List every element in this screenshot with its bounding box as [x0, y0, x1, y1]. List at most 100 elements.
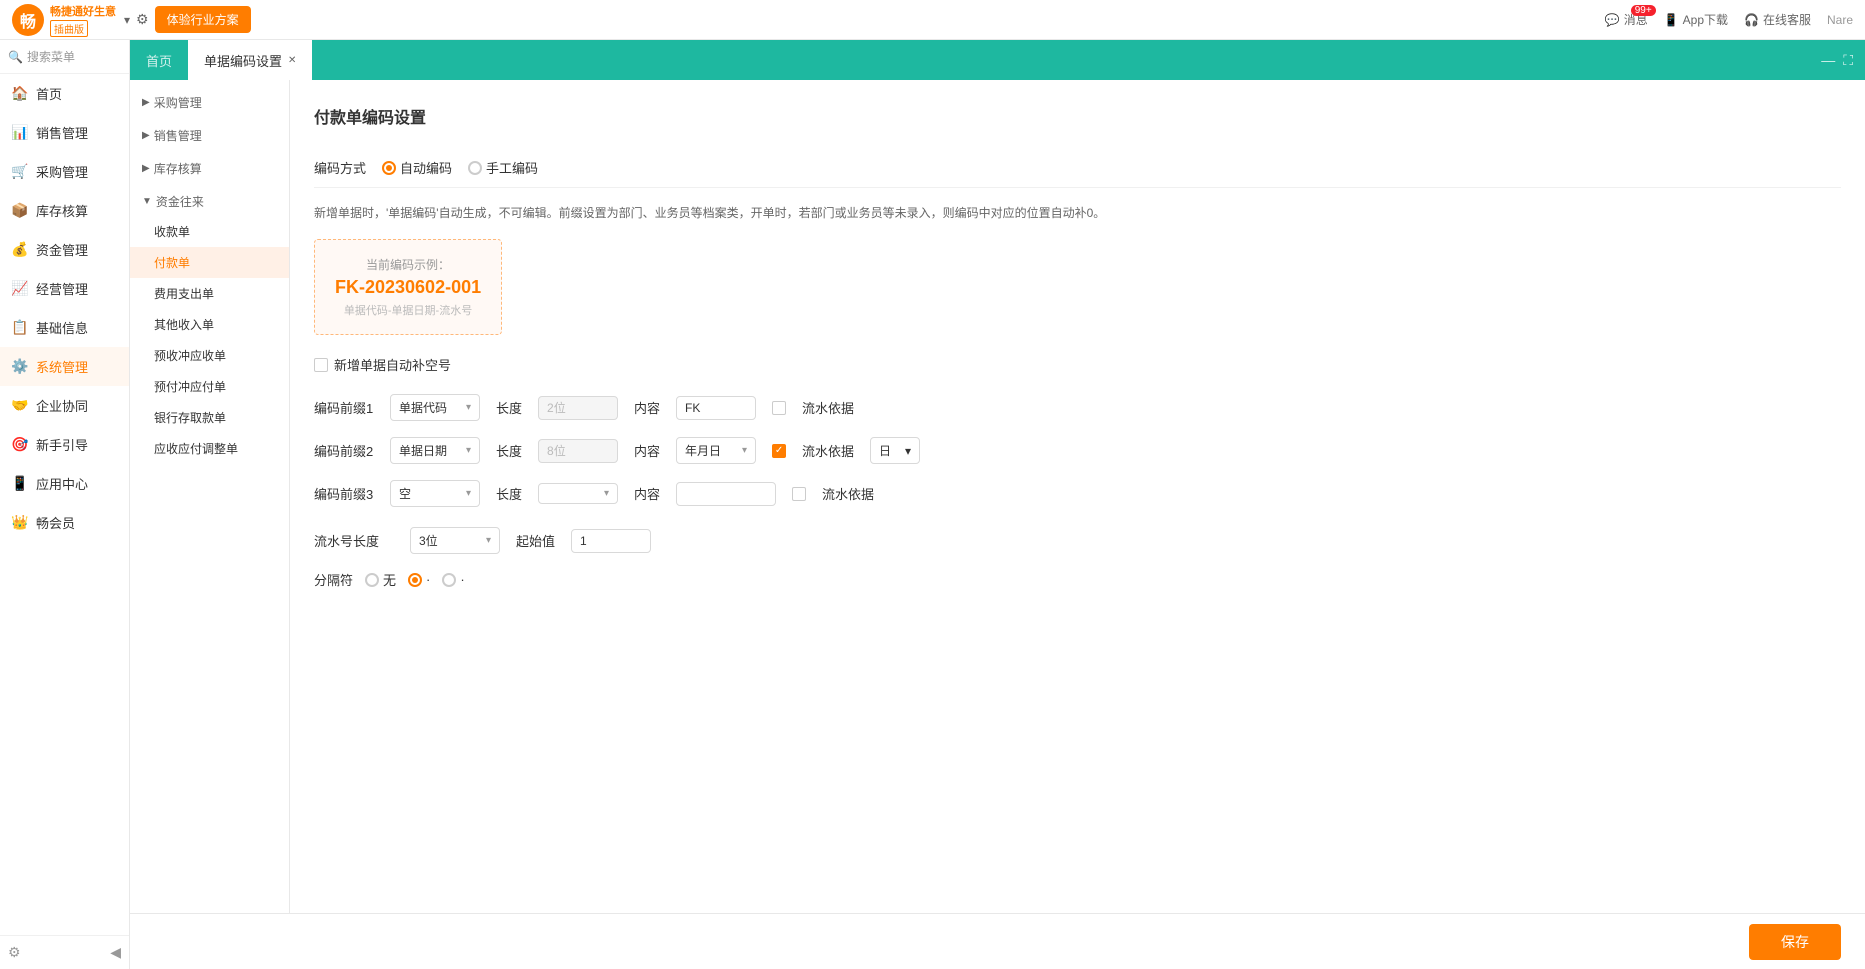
sub-group-stock-title[interactable]: ▶ 库存核算: [130, 154, 289, 183]
prefix3-select[interactable]: 空 ▾: [390, 480, 480, 507]
tab-bar-actions: — ⛶: [1821, 52, 1865, 69]
message-item[interactable]: 💬 消息 99+: [1605, 11, 1648, 28]
serial-label1: 流水依据: [802, 398, 854, 417]
operations-icon: 📈: [12, 281, 28, 297]
serial-label2: 流水依据: [802, 441, 854, 460]
purchase-icon: 🛒: [12, 164, 28, 180]
start-value-input[interactable]: [571, 529, 651, 553]
member-icon: 👑: [12, 515, 28, 531]
sub-group-purchase-title[interactable]: ▶ 采购管理: [130, 88, 289, 117]
preview-desc: 单据代码-单据日期-流水号: [335, 302, 481, 318]
sidebar-item-apps[interactable]: 📱 应用中心: [0, 464, 129, 503]
message-icon: 💬: [1605, 13, 1620, 27]
manual-encoding-radio[interactable]: 手工编码: [468, 158, 538, 177]
sub-group-purchase: ▶ 采购管理: [130, 88, 289, 117]
sidebar-nav: 🏠 首页 📊 销售管理 🛒 采购管理 📦 库存核算 💰 资金管理 📈 经: [0, 74, 129, 935]
sidebar-item-operations[interactable]: 📈 经营管理: [0, 269, 129, 308]
sub-item-bank-deposit[interactable]: 银行存取款单: [130, 402, 289, 433]
prefix2-select[interactable]: 单据日期 ▾: [390, 437, 480, 464]
sub-group-sales-title[interactable]: ▶ 销售管理: [130, 121, 289, 150]
tab-maximize-button[interactable]: ⛶: [1843, 52, 1853, 69]
experience-button[interactable]: 体验行业方案: [155, 6, 251, 33]
length3-select[interactable]: ▾: [538, 483, 618, 504]
tab-serial[interactable]: 单据编码设置 ✕: [188, 40, 312, 80]
form-row-3: 编码前缀3 空 ▾ 长度 ▾ 内容: [314, 480, 1841, 507]
sidebar-item-member[interactable]: 👑 畅会员: [0, 503, 129, 542]
content1-label: 内容: [634, 398, 660, 417]
sub-group-funds: ▼ 资金往来 收款单 付款单 费用支出单 其他收入单 预收冲应收单 预付冲应付单…: [130, 187, 289, 464]
collapse-icon[interactable]: ◀: [110, 944, 121, 961]
form-row-1: 编码前缀1 单据代码 ▾ 长度 内容 流水依据: [314, 394, 1841, 421]
content2-select[interactable]: 年月日 ▾: [676, 437, 756, 464]
prefix2-label: 编码前缀2: [314, 441, 374, 460]
prefix1-select[interactable]: 单据代码 ▾: [390, 394, 480, 421]
app-download-item[interactable]: 📱 App下载: [1664, 11, 1728, 28]
sidebar-item-sales[interactable]: 📊 销售管理: [0, 113, 129, 152]
chevron-down-icon: ▾: [486, 535, 491, 546]
sidebar-item-home[interactable]: 🏠 首页: [0, 74, 129, 113]
app-icon: 📱: [1664, 13, 1679, 27]
prefix1-label: 编码前缀1: [314, 398, 374, 417]
logo: 畅 畅捷通好生意 插曲版: [12, 3, 116, 37]
separator-dot-radio[interactable]: ·: [408, 572, 430, 587]
page-inner: 付款单编码设置 编码方式 自动编码 手工编码: [290, 80, 1865, 913]
sidebar-item-purchase[interactable]: 🛒 采购管理: [0, 152, 129, 191]
preview-code: FK-20230602-001: [335, 277, 481, 298]
inventory-icon: 📦: [12, 203, 28, 219]
sidebar-item-guide[interactable]: 🎯 新手引导: [0, 425, 129, 464]
auto-zero-row: 新增单据自动补空号: [314, 355, 1841, 374]
day-select[interactable]: 日 ▾: [870, 437, 920, 464]
topbar: 畅 畅捷通好生意 插曲版 ▾ ⚙ 体验行业方案 💬 消息 99+ 📱 App下载…: [0, 0, 1865, 40]
chevron-down-icon: ▾: [905, 444, 911, 458]
tab-home[interactable]: 首页: [130, 40, 188, 80]
save-button[interactable]: 保存: [1749, 924, 1841, 960]
content1-input[interactable]: [676, 396, 756, 420]
content-area: 首页 单据编码设置 ✕ — ⛶ ▶ 采购管理: [130, 40, 1865, 969]
sub-group-funds-title[interactable]: ▼ 资金往来: [130, 187, 289, 216]
sub-item-expense[interactable]: 费用支出单: [130, 278, 289, 309]
serial-length-select[interactable]: 3位 ▾: [410, 527, 500, 554]
serial-check3[interactable]: [792, 487, 806, 501]
sub-group-sales: ▶ 销售管理: [130, 121, 289, 150]
chevron-down-icon: ▾: [466, 488, 471, 499]
sub-item-receipt[interactable]: 收款单: [130, 216, 289, 247]
settings-icon[interactable]: ⚙: [136, 11, 149, 28]
tab-close-icon[interactable]: ✕: [288, 55, 296, 66]
manual-encoding-radio-circle: [468, 161, 482, 175]
tab-minimize-button[interactable]: —: [1821, 52, 1835, 68]
sub-item-advance-payment[interactable]: 预付冲应付单: [130, 371, 289, 402]
sub-item-payment[interactable]: 付款单: [130, 247, 289, 278]
finance-icon: 💰: [12, 242, 28, 258]
sidebar-item-enterprise[interactable]: 🤝 企业协同: [0, 386, 129, 425]
arrow-right-icon: ▶: [142, 97, 150, 108]
home-icon: 🏠: [12, 86, 28, 102]
auto-encoding-radio-circle: [382, 161, 396, 175]
sidebar-item-inventory[interactable]: 📦 库存核算: [0, 191, 129, 230]
arrow-right-icon: ▶: [142, 163, 150, 174]
preview-box: 当前编码示例： FK-20230602-001 单据代码-单据日期-流水号: [314, 239, 502, 335]
sidebar-item-basic[interactable]: 📋 基础信息: [0, 308, 129, 347]
sub-item-other-income[interactable]: 其他收入单: [130, 309, 289, 340]
sidebar-search[interactable]: 🔍 搜索菜单: [0, 40, 129, 74]
sidebar-item-system[interactable]: ⚙️ 系统管理: [0, 347, 129, 386]
settings-bottom-icon[interactable]: ⚙: [8, 944, 21, 961]
auto-encoding-radio[interactable]: 自动编码: [382, 158, 452, 177]
length3-label: 长度: [496, 484, 522, 503]
sub-layout: ▶ 采购管理 ▶ 销售管理 ▶ 库存核算: [130, 80, 1865, 913]
sub-item-advance-receipt[interactable]: 预收冲应收单: [130, 340, 289, 371]
separator-other-radio[interactable]: ·: [442, 572, 464, 587]
sub-item-adjust[interactable]: 应收应付调整单: [130, 433, 289, 464]
length1-input: [538, 396, 618, 420]
serial-check1[interactable]: [772, 401, 786, 415]
separator-none-radio[interactable]: 无: [365, 570, 396, 589]
logo-text: 畅捷通好生意 插曲版: [50, 3, 116, 37]
sidebar-item-finance[interactable]: 💰 资金管理: [0, 230, 129, 269]
content3-input[interactable]: [676, 482, 776, 506]
prefix3-label: 编码前缀3: [314, 484, 374, 503]
online-service-item[interactable]: 🎧 在线客服: [1744, 11, 1811, 28]
tab-bar: 首页 单据编码设置 ✕ — ⛶: [130, 40, 1865, 80]
serial-check2[interactable]: ✓: [772, 444, 786, 458]
dropdown-arrow-icon[interactable]: ▾: [124, 13, 130, 27]
auto-zero-checkbox[interactable]: [314, 358, 328, 372]
arrow-right-icon: ▶: [142, 130, 150, 141]
